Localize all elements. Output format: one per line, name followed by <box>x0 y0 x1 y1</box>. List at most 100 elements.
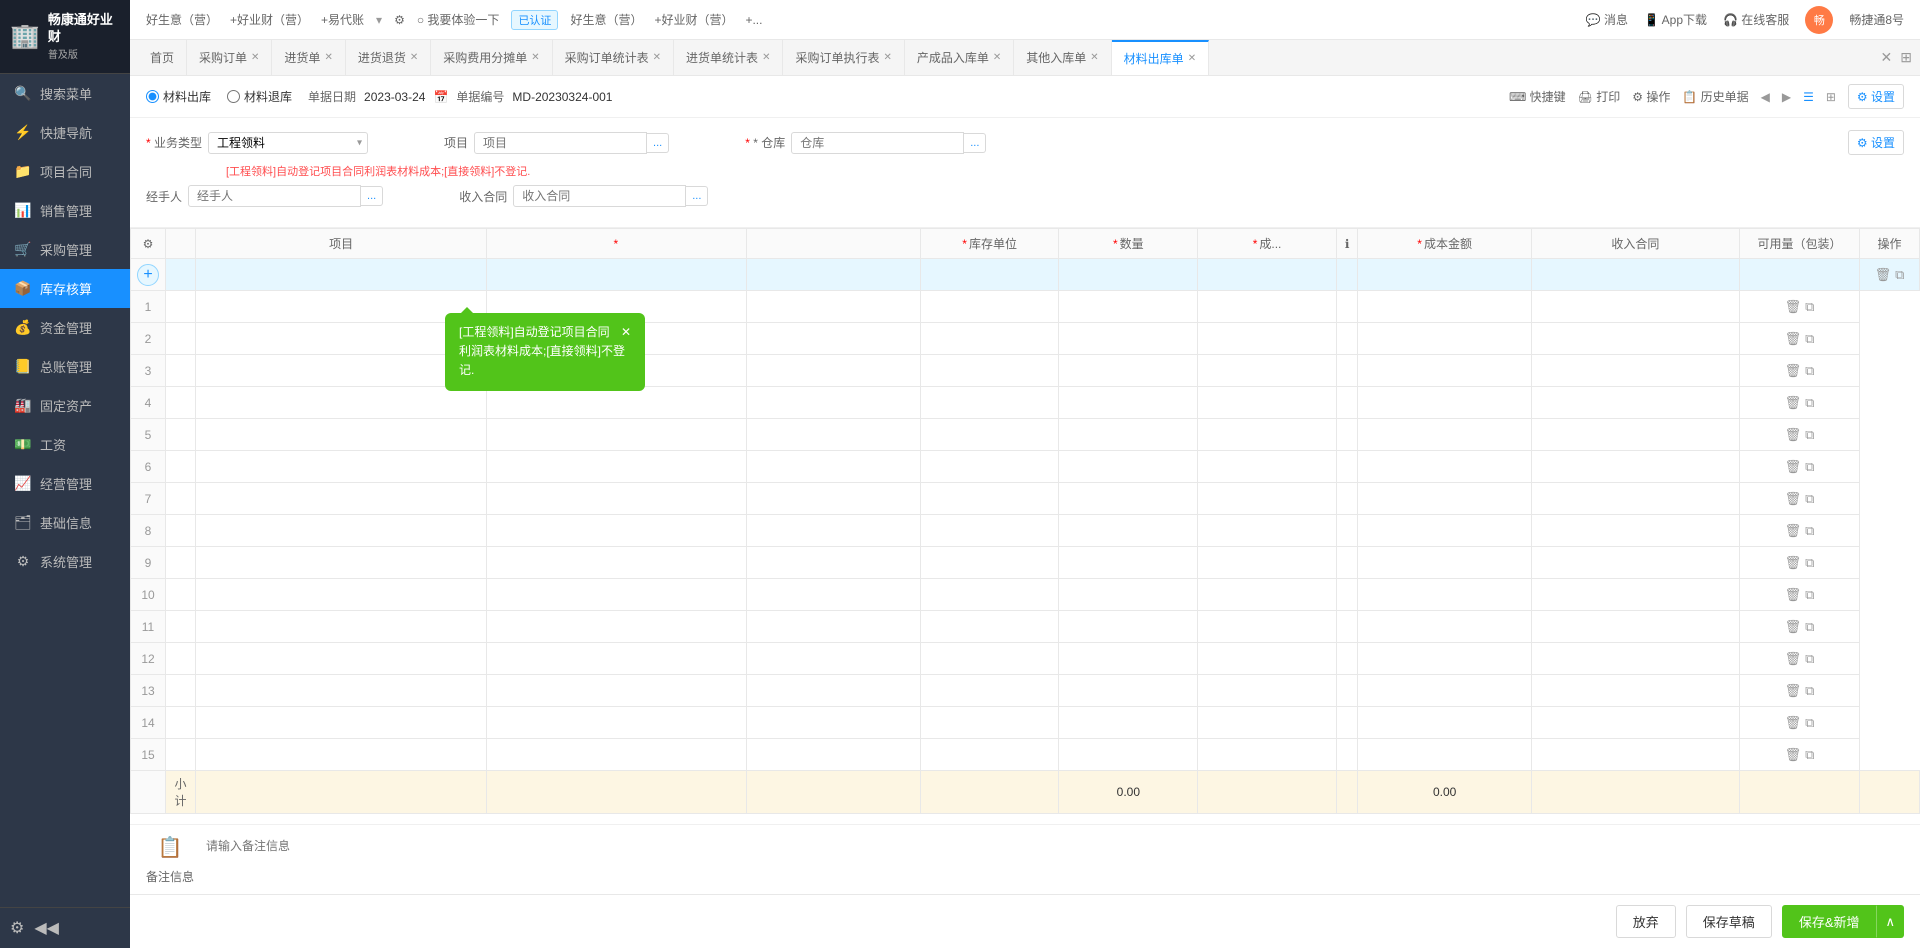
row-col-project[interactable] <box>166 483 196 515</box>
row-col-spec[interactable] <box>487 739 747 771</box>
row-col-item[interactable] <box>196 355 487 387</box>
row-col-unit[interactable] <box>747 387 920 419</box>
delete-row-icon[interactable]: 🗑 <box>1785 299 1802 315</box>
row-col-cost-info[interactable] <box>1198 515 1337 547</box>
row-col-cost-amount[interactable] <box>1336 483 1358 515</box>
row-col-cost-amount[interactable] <box>1336 643 1358 675</box>
handler-input[interactable] <box>188 185 361 207</box>
copy-row-icon[interactable]: ⧉ <box>1805 363 1814 379</box>
row-col-item[interactable] <box>196 611 487 643</box>
online-service-btn[interactable]: 🎧 在线客服 <box>1723 11 1789 28</box>
row-col-cost-info[interactable] <box>1198 483 1337 515</box>
row-col-cost-amount[interactable] <box>1336 419 1358 451</box>
tab-close-icon[interactable]: ✕ <box>324 52 332 63</box>
print-btn[interactable]: 🖨 打印 <box>1578 88 1621 105</box>
row-col-unit[interactable] <box>747 483 920 515</box>
row-col-income[interactable] <box>1358 611 1531 643</box>
delete-row-icon[interactable]: 🗑 <box>1785 459 1802 475</box>
sidebar-item-finance[interactable]: 💰 资金管理 <box>0 308 130 347</box>
row-col-qty[interactable] <box>920 643 1059 675</box>
row-col-cost-amount[interactable] <box>1336 739 1358 771</box>
tab-close-icon[interactable]: ✕ <box>1188 53 1196 64</box>
row-col-qty[interactable] <box>920 675 1059 707</box>
row-col-project[interactable] <box>166 643 196 675</box>
row-col-cost-info[interactable] <box>1198 547 1337 579</box>
row-col-cost[interactable] <box>1059 707 1198 739</box>
row-col-income[interactable] <box>1358 547 1531 579</box>
row-col-project[interactable] <box>166 387 196 419</box>
tab-close-icon[interactable]: ✕ <box>993 52 1001 63</box>
row-col-cost[interactable] <box>1059 419 1198 451</box>
row-col-spec[interactable] <box>487 579 747 611</box>
row-col-project[interactable] <box>166 611 196 643</box>
row-col-unit[interactable] <box>747 291 920 323</box>
tooltip-close-btn[interactable]: ✕ <box>621 323 631 342</box>
row-col-available[interactable] <box>1531 707 1739 739</box>
row-col-cost-info[interactable] <box>1198 579 1337 611</box>
nav-item-haoyecai2[interactable]: +好业财（营） <box>654 11 733 28</box>
row-add-input2[interactable] <box>202 268 480 282</box>
row-col-income[interactable] <box>1358 419 1531 451</box>
handler-more-btn[interactable]: ... <box>361 186 383 206</box>
shortcut-btn[interactable]: ⌨ 快捷键 <box>1509 88 1566 105</box>
row-col-available[interactable] <box>1531 323 1739 355</box>
tab-purchase-return[interactable]: 进货退货 ✕ <box>346 40 431 76</box>
row-col-project[interactable] <box>166 419 196 451</box>
user-avatar[interactable]: 畅 <box>1805 6 1833 34</box>
copy-row-icon[interactable]: ⧉ <box>1805 491 1814 507</box>
row-col-cost[interactable] <box>1059 675 1198 707</box>
save-draft-button[interactable]: 保存草稿 <box>1686 905 1772 938</box>
row-col-qty[interactable] <box>920 323 1059 355</box>
row-col-cost[interactable] <box>1059 643 1198 675</box>
row-col-item[interactable] <box>196 579 487 611</box>
income-contract-more-btn[interactable]: ... <box>686 186 708 206</box>
sidebar-item-inventory[interactable]: 📦 库存核算 <box>0 269 130 308</box>
row-col-income[interactable] <box>1358 579 1531 611</box>
row-col-unit[interactable] <box>747 611 920 643</box>
row-col-available[interactable] <box>1531 547 1739 579</box>
tab-purchase-receipt[interactable]: 进货单 ✕ <box>272 40 345 76</box>
collapse-btn[interactable]: ◀◀ <box>34 918 59 938</box>
copy-row-icon[interactable]: ⧉ <box>1805 715 1814 731</box>
row-col-spec[interactable] <box>487 515 747 547</box>
copy-row-icon[interactable]: ⧉ <box>1805 651 1814 667</box>
copy-row-icon[interactable]: ⧉ <box>1805 427 1814 443</box>
discard-button[interactable]: 放弃 <box>1616 905 1676 938</box>
tab-close-icon[interactable]: ✕ <box>531 52 539 63</box>
tab-product-in[interactable]: 产成品入库单 ✕ <box>905 40 1014 76</box>
row-col-available[interactable] <box>1531 355 1739 387</box>
grid-view-btn[interactable]: ⊞ <box>1826 90 1836 104</box>
row-col-spec[interactable] <box>487 547 747 579</box>
save-new-arrow-btn[interactable]: ∧ <box>1876 905 1904 938</box>
settings-nav-icon[interactable]: ⚙ <box>394 13 405 27</box>
row-col-cost-info[interactable] <box>1198 611 1337 643</box>
delete-row-icon[interactable]: 🗑 <box>1785 363 1802 379</box>
tab-home[interactable]: 首页 <box>138 40 187 76</box>
row-col-cost-amount[interactable] <box>1336 707 1358 739</box>
row-col-available[interactable] <box>1531 675 1739 707</box>
row-col-cost[interactable] <box>1059 579 1198 611</box>
row-col-cost-amount[interactable] <box>1336 291 1358 323</box>
row-col-cost[interactable] <box>1059 291 1198 323</box>
copy-row-icon[interactable]: ⧉ <box>1805 459 1814 475</box>
row-col-item[interactable] <box>196 483 487 515</box>
row-col-cost[interactable] <box>1059 355 1198 387</box>
row-col-qty[interactable] <box>920 483 1059 515</box>
row-add-col3[interactable] <box>487 259 747 291</box>
row-col-available[interactable] <box>1531 483 1739 515</box>
row-col-available[interactable] <box>1531 739 1739 771</box>
row-col-cost-info[interactable] <box>1198 675 1337 707</box>
next-btn[interactable]: ▶ <box>1782 90 1791 104</box>
row-col-income[interactable] <box>1358 323 1531 355</box>
row-col-cost-info[interactable] <box>1198 419 1337 451</box>
row-col-item[interactable] <box>196 291 487 323</box>
row-col-qty[interactable] <box>920 579 1059 611</box>
row-col-cost[interactable] <box>1059 323 1198 355</box>
sidebar-item-basic[interactable]: 🗂 基础信息 <box>0 503 130 542</box>
row-col-spec[interactable] <box>487 451 747 483</box>
row-col-income[interactable] <box>1358 355 1531 387</box>
copy-row-icon[interactable]: ⧉ <box>1805 619 1814 635</box>
row-add-col7[interactable] <box>1198 259 1337 291</box>
row-col-item[interactable] <box>196 515 487 547</box>
copy-row-icon[interactable]: ⧉ <box>1895 267 1904 283</box>
